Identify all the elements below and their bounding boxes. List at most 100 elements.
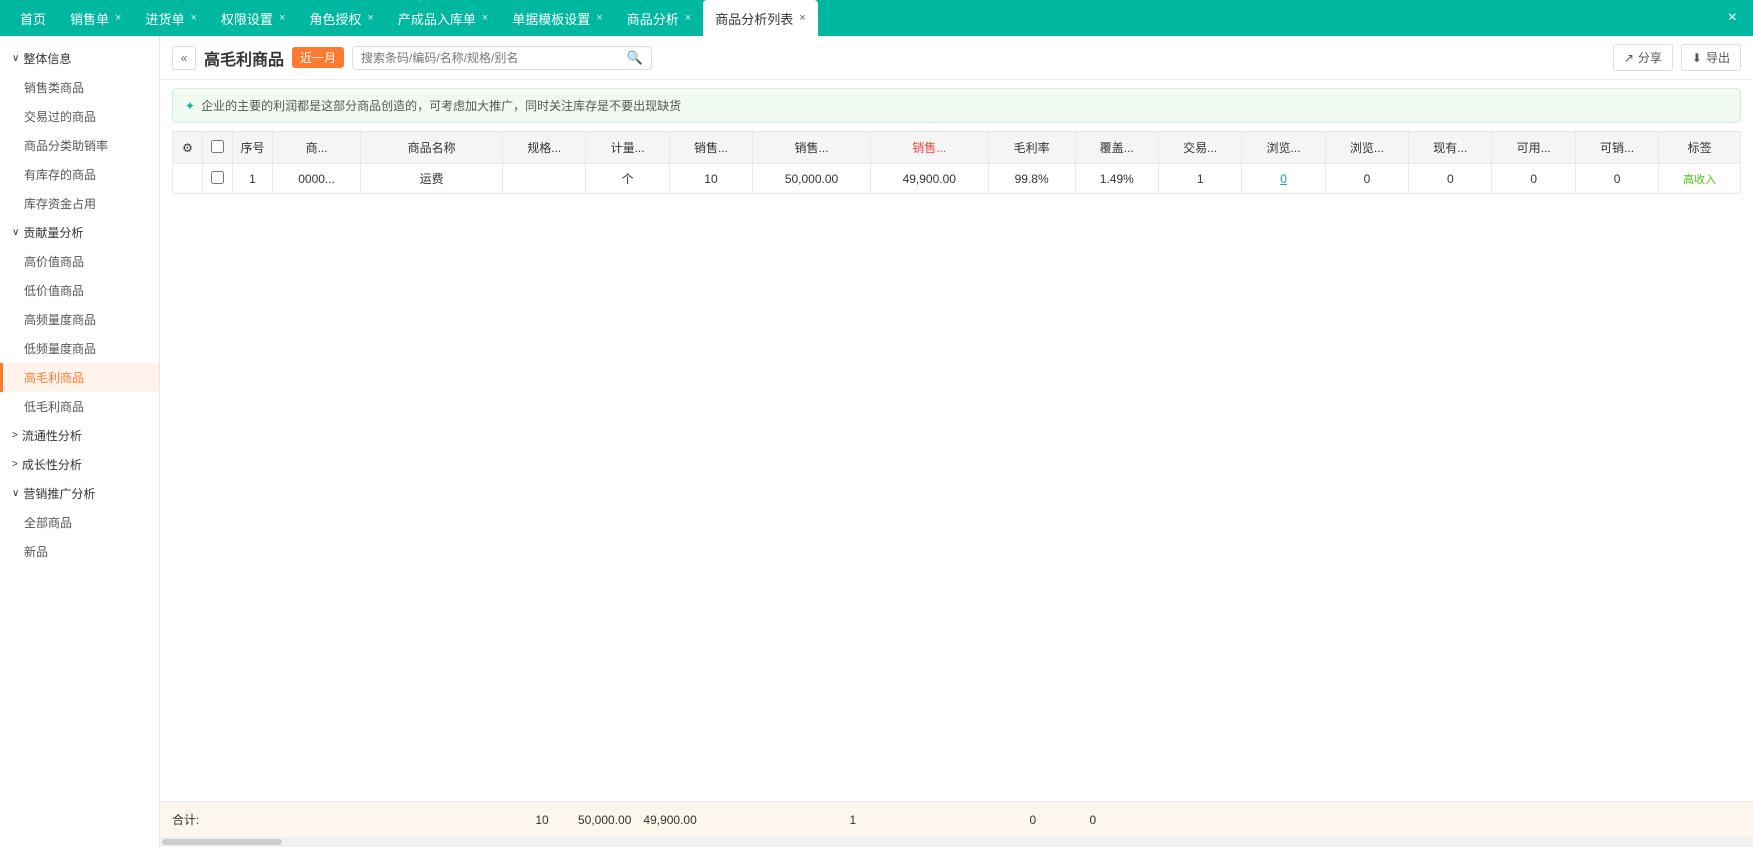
- table-row: 1 0000... 运费 个 10 50,000.00 49,900.00 99…: [173, 164, 1741, 194]
- col-checkbox: [203, 132, 233, 164]
- table-header-row: ⚙ 序号 商... 商品名称 规格... 计量... 销售... 销售... 销…: [173, 132, 1741, 164]
- col-available: 可用...: [1492, 132, 1575, 164]
- nav-purchase-order[interactable]: 进货单 ×: [133, 0, 208, 36]
- cell-browse1[interactable]: 0: [1242, 164, 1325, 194]
- share-button[interactable]: ↗ 分享: [1613, 44, 1673, 71]
- cell-browse2: 0: [1325, 164, 1408, 194]
- nav-product-analysis-list[interactable]: 商品分析列表 ×: [703, 0, 817, 36]
- col-sale-amount: 销售...: [753, 132, 871, 164]
- sidebar-item-new-goods[interactable]: 新品: [0, 537, 159, 566]
- cell-unit: 个: [586, 164, 669, 194]
- col-trade: 交易...: [1158, 132, 1241, 164]
- cell-sale-qty: 10: [669, 164, 752, 194]
- cell-settings: [173, 164, 203, 194]
- col-browse1: 浏览...: [1242, 132, 1325, 164]
- close-product-analysis-icon[interactable]: ×: [685, 12, 691, 24]
- row-checkbox[interactable]: [211, 171, 224, 184]
- cell-saleable: 0: [1575, 164, 1658, 194]
- cell-gross-rate: 99.8%: [988, 164, 1075, 194]
- sidebar-section-marketing[interactable]: ∨ 营销推广分析: [0, 479, 159, 508]
- time-filter-button[interactable]: 近一月: [292, 47, 344, 68]
- col-gross-rate: 毛利率: [988, 132, 1075, 164]
- sidebar-item-stocked-goods[interactable]: 有库存的商品: [0, 160, 159, 189]
- info-icon: ✦: [185, 99, 195, 113]
- col-spec: 规格...: [503, 132, 586, 164]
- sidebar-item-traded-goods[interactable]: 交易过的商品: [0, 102, 159, 131]
- content-area: « 高毛利商品 近一月 🔍 ↗ 分享 ⬇ 导出 ✦ 企业的主要的利润都是这部分商…: [160, 36, 1753, 847]
- sidebar-section-contribution[interactable]: ∨ 贡献量分析: [0, 218, 159, 247]
- top-nav: 首页 销售单 × 进货单 × 权限设置 × 角色授权 × 产成品入库单 × 单据…: [0, 0, 1753, 36]
- nav-role-auth[interactable]: 角色授权 ×: [297, 0, 385, 36]
- close-role-auth-icon[interactable]: ×: [367, 12, 373, 24]
- nav-permission-settings[interactable]: 权限设置 ×: [209, 0, 297, 36]
- col-tag: 标签: [1659, 132, 1741, 164]
- chevron-down-icon: ∨: [12, 227, 19, 238]
- close-permission-settings-icon[interactable]: ×: [279, 12, 285, 24]
- footer-current: 0: [1003, 813, 1063, 827]
- nav-template-settings[interactable]: 单据模板设置 ×: [500, 0, 614, 36]
- nav-product-inbound[interactable]: 产成品入库单 ×: [386, 0, 500, 36]
- close-template-settings-icon[interactable]: ×: [596, 12, 602, 24]
- col-settings[interactable]: ⚙: [173, 132, 203, 164]
- close-purchase-order-icon[interactable]: ×: [190, 12, 196, 24]
- close-all-button[interactable]: ×: [1720, 9, 1745, 27]
- sidebar-item-all-goods[interactable]: 全部商品: [0, 508, 159, 537]
- col-index: 序号: [233, 132, 273, 164]
- sidebar-item-stock-capital[interactable]: 库存资金占用: [0, 189, 159, 218]
- chevron-down-icon: ∨: [12, 53, 19, 64]
- select-all-checkbox[interactable]: [211, 140, 224, 153]
- scrollbar-thumb[interactable]: [162, 839, 282, 845]
- nav-home[interactable]: 首页: [8, 0, 58, 36]
- col-coverage: 覆盖...: [1075, 132, 1158, 164]
- sidebar-section-growth[interactable]: > 成长性分析: [0, 450, 159, 479]
- cell-trade: 1: [1158, 164, 1241, 194]
- nav-sales-order[interactable]: 销售单 ×: [58, 0, 133, 36]
- collapse-sidebar-button[interactable]: «: [172, 46, 196, 70]
- chevron-down-icon: ∨: [12, 488, 19, 499]
- cell-index: 1: [233, 164, 273, 194]
- col-name: 商品名称: [361, 132, 503, 164]
- export-icon: ⬇: [1692, 51, 1702, 65]
- cell-checkbox[interactable]: [203, 164, 233, 194]
- sidebar-item-low-value[interactable]: 低价值商品: [0, 276, 159, 305]
- sidebar-item-low-margin[interactable]: 低毛利商品: [0, 392, 159, 421]
- search-box: 🔍: [352, 46, 652, 70]
- col-code: 商...: [273, 132, 361, 164]
- export-button[interactable]: ⬇ 导出: [1681, 44, 1741, 71]
- nav-product-analysis[interactable]: 商品分析 ×: [615, 0, 703, 36]
- info-banner: ✦ 企业的主要的利润都是这部分商品创造的，可考虑加大推广，同时关注库存是不要出现…: [172, 88, 1741, 123]
- horizontal-scrollbar[interactable]: [160, 837, 1753, 847]
- col-current: 现有...: [1409, 132, 1492, 164]
- sidebar-item-sale-goods[interactable]: 销售类商品: [0, 73, 159, 102]
- page-title: 高毛利商品: [204, 46, 284, 70]
- cell-coverage: 1.49%: [1075, 164, 1158, 194]
- table-wrapper: ⚙ 序号 商... 商品名称 规格... 计量... 销售... 销售... 销…: [160, 131, 1753, 801]
- share-icon: ↗: [1624, 51, 1634, 65]
- cell-sale-profit: 49,900.00: [870, 164, 988, 194]
- close-product-inbound-icon[interactable]: ×: [482, 12, 488, 24]
- search-input[interactable]: [361, 51, 623, 65]
- cell-available: 0: [1492, 164, 1575, 194]
- sidebar-item-category-rate[interactable]: 商品分类助销率: [0, 131, 159, 160]
- col-sale-qty: 销售...: [669, 132, 752, 164]
- search-icon[interactable]: 🔍: [627, 50, 643, 66]
- sidebar-section-liquidity[interactable]: > 流通性分析: [0, 421, 159, 450]
- footer-available: 0: [1063, 813, 1123, 827]
- close-product-analysis-list-icon[interactable]: ×: [799, 12, 805, 24]
- col-saleable: 可销...: [1575, 132, 1658, 164]
- sidebar-item-high-margin[interactable]: 高毛利商品: [0, 363, 159, 392]
- footer-label: 合计:: [172, 811, 232, 828]
- sidebar-item-low-freq[interactable]: 低频量度商品: [0, 334, 159, 363]
- sidebar-item-high-freq[interactable]: 高频量度商品: [0, 305, 159, 334]
- close-sales-order-icon[interactable]: ×: [115, 12, 121, 24]
- cell-code: 0000...: [273, 164, 361, 194]
- footer-trade: 1: [823, 813, 883, 827]
- sidebar-section-overall[interactable]: ∨ 整体信息: [0, 44, 159, 73]
- footer-sale-profit: 49,900.00: [637, 813, 702, 827]
- col-browse2: 浏览...: [1325, 132, 1408, 164]
- data-table: ⚙ 序号 商... 商品名称 规格... 计量... 销售... 销售... 销…: [172, 131, 1741, 194]
- sidebar-item-high-value[interactable]: 高价值商品: [0, 247, 159, 276]
- sidebar: ∨ 整体信息 销售类商品 交易过的商品 商品分类助销率 有库存的商品 库存资金占…: [0, 36, 160, 847]
- table-footer: 合计: 10 50,000.00 49,900.00 1 0 0: [160, 801, 1753, 837]
- cell-current: 0: [1409, 164, 1492, 194]
